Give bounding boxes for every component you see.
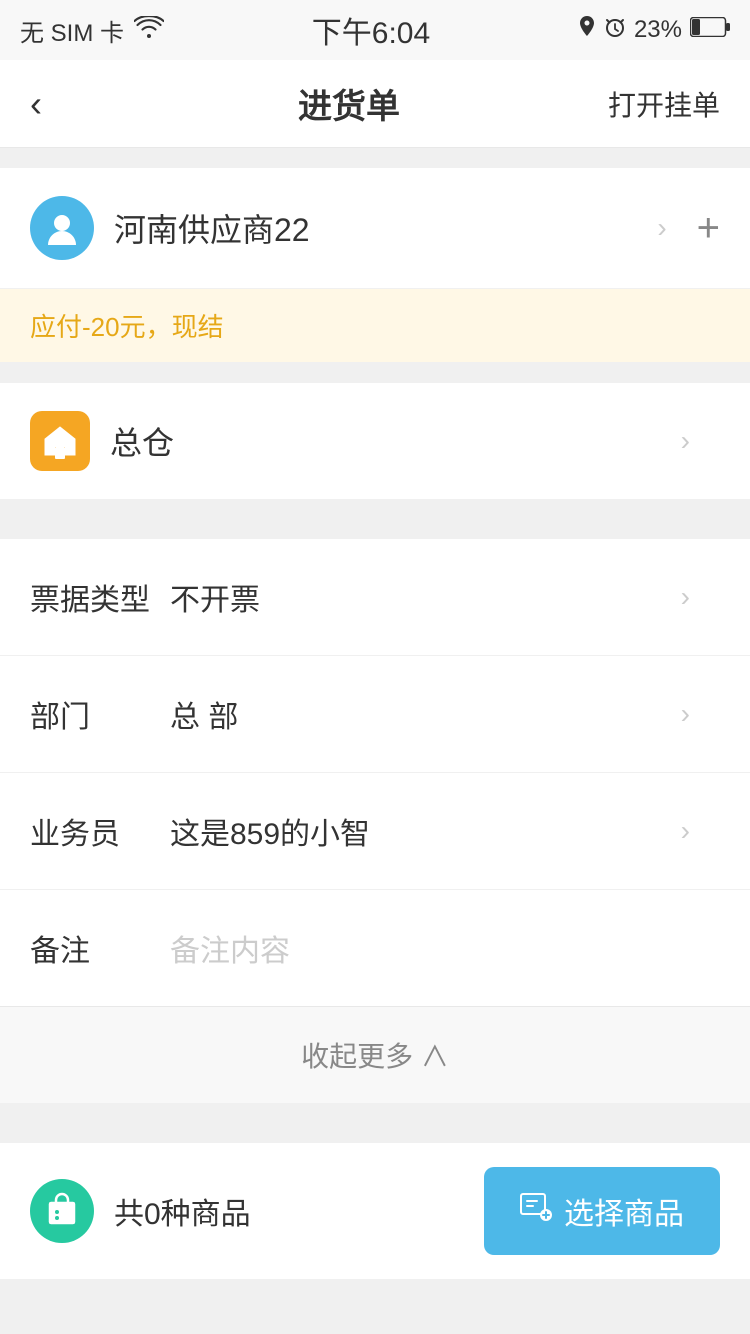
- status-right: 23%: [578, 16, 730, 45]
- ticket-type-label: 票据类型: [30, 575, 170, 619]
- wifi-icon: [134, 16, 164, 45]
- status-time: 下午6:04: [312, 8, 430, 52]
- remark-row[interactable]: 备注 备注内容: [0, 890, 750, 1006]
- middle-divider1: [0, 363, 750, 383]
- collapse-label: 收起更多 ∧: [301, 1041, 449, 1072]
- warehouse-icon: [30, 411, 90, 471]
- supplier-section: 河南供应商22 › + 应付-20元，现结: [0, 168, 750, 363]
- open-hangorder-button[interactable]: 打开挂单: [608, 84, 720, 124]
- select-product-button[interactable]: 选择商品: [484, 1167, 720, 1255]
- select-product-icon: [520, 1193, 552, 1229]
- middle-divider2: [0, 499, 750, 519]
- warehouse-section: 总仓 ›: [0, 383, 750, 499]
- supplier-chevron-icon: ›: [657, 212, 666, 244]
- status-left: 无 SIM 卡: [20, 13, 164, 48]
- carrier-text: 无 SIM 卡: [20, 13, 124, 48]
- salesperson-chevron-icon: ›: [681, 815, 690, 847]
- salesperson-row[interactable]: 业务员 这是859的小智 ›: [0, 773, 750, 890]
- ticket-type-value: 不开票: [170, 575, 681, 619]
- nav-bar: ‹ 进货单 打开挂单: [0, 60, 750, 148]
- department-row[interactable]: 部门 总 部 ›: [0, 656, 750, 773]
- remark-input[interactable]: 备注内容: [170, 926, 720, 970]
- bottom-divider: [0, 1103, 750, 1123]
- product-icon: [30, 1179, 94, 1243]
- form-section: 票据类型 不开票 › 部门 总 部 › 业务员 这是859的小智 › 备注 备注…: [0, 539, 750, 1006]
- warehouse-row[interactable]: 总仓 ›: [0, 383, 750, 499]
- supplier-name: 河南供应商22: [114, 205, 657, 251]
- product-count: 共0种商品: [114, 1189, 484, 1233]
- remark-label: 备注: [30, 926, 170, 970]
- status-bar: 无 SIM 卡 下午6:04 23%: [0, 0, 750, 60]
- supplier-avatar: [30, 196, 94, 260]
- ticket-type-row[interactable]: 票据类型 不开票 ›: [0, 539, 750, 656]
- warehouse-name: 总仓: [110, 418, 681, 464]
- location-icon: [578, 16, 596, 45]
- department-label: 部门: [30, 692, 170, 736]
- select-product-label: 选择商品: [564, 1189, 684, 1233]
- battery-text: 23%: [634, 16, 682, 44]
- salesperson-label: 业务员: [30, 809, 170, 853]
- supplier-row[interactable]: 河南供应商22 › +: [0, 168, 750, 289]
- salesperson-value: 这是859的小智: [170, 809, 681, 853]
- ticket-type-chevron-icon: ›: [681, 581, 690, 613]
- top-divider: [0, 148, 750, 168]
- page-title: 进货单: [298, 79, 400, 128]
- bottom-bar: 共0种商品 选择商品: [0, 1143, 750, 1279]
- department-chevron-icon: ›: [681, 698, 690, 730]
- department-value: 总 部: [170, 692, 681, 736]
- alarm-icon: [604, 16, 626, 45]
- battery-icon: [690, 16, 730, 44]
- notice-text: 应付-20元，现结: [30, 312, 224, 342]
- collapse-toggle[interactable]: 收起更多 ∧: [0, 1006, 750, 1103]
- back-button[interactable]: ‹: [30, 83, 90, 125]
- add-button[interactable]: +: [697, 206, 720, 251]
- warehouse-chevron-icon: ›: [681, 425, 690, 457]
- notice-bar: 应付-20元，现结: [0, 289, 750, 363]
